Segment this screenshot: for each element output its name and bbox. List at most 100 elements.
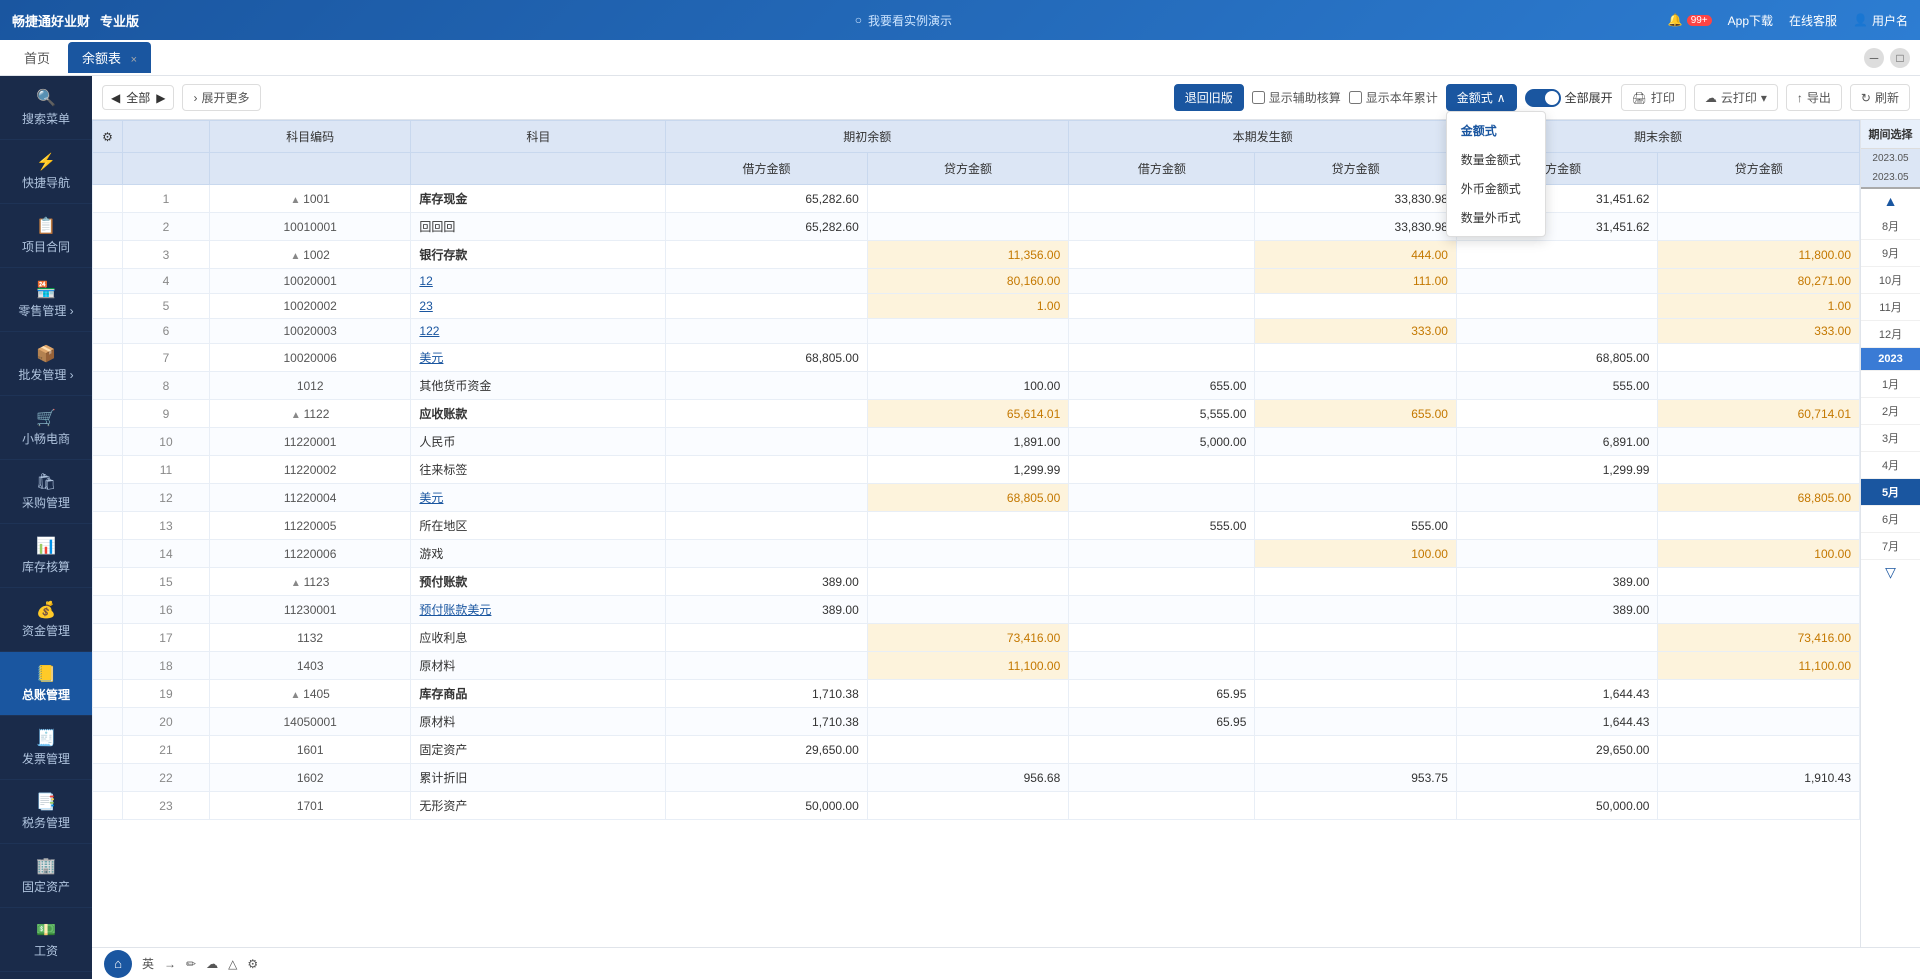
amount-mode-btn[interactable]: 金额式 ∧ [1446,84,1517,111]
sidebar-item-invoice[interactable]: 🧾 发票管理 [0,716,92,780]
refresh-btn[interactable]: ↻ 刷新 [1850,84,1910,111]
user-avatar[interactable]: 👤 用户名 [1853,12,1908,29]
row-subject[interactable]: 回回回 [411,213,666,241]
mode-qty-foreign[interactable]: 数量外币式 [1447,203,1545,232]
sidebar-item-retail[interactable]: 🏪 零售管理 › [0,268,92,332]
month-3[interactable]: 3月 [1861,425,1920,452]
amount-mode-dropdown[interactable]: 金额式 ∧ 金额式 数量金额式 外币金额式 数量外币式 [1446,84,1517,111]
sidebar-item-operations[interactable]: 📈 经营管理 [0,972,92,979]
search-right-arrow[interactable]: ▶ [156,91,165,105]
row-current-debit: 555.00 [1069,512,1255,540]
row-subject[interactable]: 人民币 [411,428,666,456]
row-subject[interactable]: 122 [411,319,666,344]
sidebar-item-tax[interactable]: 📑 税务管理 [0,780,92,844]
bottom-settings-icon[interactable]: ⚙ [247,957,258,971]
export-icon: ↑ [1797,91,1803,105]
sidebar-item-nav[interactable]: ⚡ 快捷导航 [0,140,92,204]
month-10[interactable]: 10月 [1861,267,1920,294]
period-down-btn[interactable]: ▽ [1861,560,1920,585]
toggle-switch[interactable] [1525,89,1561,107]
expand-all-label: 全部展开 [1565,89,1613,106]
mode-amount[interactable]: 金额式 [1447,116,1545,145]
sidebar-item-ledger[interactable]: 📒 总账管理 [0,652,92,716]
notification-btn[interactable]: 🔔 99+ [1668,13,1712,27]
export-btn[interactable]: ↑ 导出 [1786,84,1842,111]
ytd-checkbox[interactable] [1349,91,1362,104]
sidebar-item-search[interactable]: 🔍 搜索菜单 [0,76,92,140]
mode-foreign-amount[interactable]: 外币金额式 [1447,174,1545,203]
show-auxiliary-check[interactable]: 显示辅助核算 [1252,89,1341,106]
back-old-version-btn[interactable]: 退回旧版 [1174,84,1244,111]
bottom-upload-icon[interactable]: △ [228,957,237,971]
search-left-arrow[interactable]: ◀ [111,91,120,105]
row-subject[interactable]: 预付账款美元 [411,596,666,624]
row-subject[interactable]: 原材料 [411,652,666,680]
year-2023-label[interactable]: 2023 [1861,348,1920,371]
row-subject[interactable]: 23 [411,294,666,319]
row-subject[interactable]: 应收账款 [411,400,666,428]
show-ytd-check[interactable]: 显示本年累计 [1349,89,1438,106]
month-5[interactable]: 5月 [1861,479,1920,506]
month-1[interactable]: 1月 [1861,371,1920,398]
sidebar-item-finance[interactable]: 💰 资金管理 [0,588,92,652]
row-subject[interactable]: 美元 [411,484,666,512]
row-current-debit [1069,319,1255,344]
demo-link[interactable]: ○ 我要看实例演示 [855,12,952,29]
row-subject[interactable]: 原材料 [411,708,666,736]
mode-qty-amount[interactable]: 数量金额式 [1447,145,1545,174]
row-subject[interactable]: 无形资产 [411,792,666,820]
app-download-btn[interactable]: App下载 [1728,12,1773,29]
sidebar-item-payroll[interactable]: 💵 工资 [0,908,92,972]
row-subject[interactable]: 应收利息 [411,624,666,652]
row-subject[interactable]: 游戏 [411,540,666,568]
sidebar-label-assets: 固定资产 [22,880,70,894]
print-btn[interactable]: 🖨 打印 [1621,84,1686,111]
month-12[interactable]: 12月 [1861,321,1920,348]
row-subject[interactable]: 所在地区 [411,512,666,540]
expand-all-toggle[interactable]: 全部展开 [1525,89,1613,107]
month-4[interactable]: 4月 [1861,452,1920,479]
sidebar-item-wholesale[interactable]: 📦 批发管理 › [0,332,92,396]
col-code-sub [209,153,411,185]
row-code: 11220001 [209,428,411,456]
month-2[interactable]: 2月 [1861,398,1920,425]
bottom-home-btn[interactable]: ⌂ [104,950,132,978]
tab-home[interactable]: 首页 [10,42,64,73]
row-subject[interactable]: 其他货币资金 [411,372,666,400]
row-subject[interactable]: 美元 [411,344,666,372]
row-subject[interactable]: 库存现金 [411,185,666,213]
sidebar-item-project[interactable]: 📋 项目合同 [0,204,92,268]
row-subject[interactable]: 12 [411,269,666,294]
row-subject[interactable]: 预付账款 [411,568,666,596]
amount-mode-label: 金额式 [1457,89,1493,106]
cloud-print-btn[interactable]: ☁ 云打印 ▾ [1694,84,1778,111]
sidebar-item-ecommerce[interactable]: 🛒 小畅电商 [0,396,92,460]
search-box[interactable]: ◀ 全部 ▶ [102,85,174,110]
expand-more-btn[interactable]: › 展开更多 [182,84,260,111]
month-11[interactable]: 11月 [1861,294,1920,321]
month-9[interactable]: 9月 [1861,240,1920,267]
row-opening-credit: 11,100.00 [867,652,1069,680]
bottom-cloud-icon[interactable]: ☁ [206,957,218,971]
sidebar-item-assets[interactable]: 🏢 固定资产 [0,844,92,908]
tab-close-icon[interactable]: × [131,54,137,66]
month-6[interactable]: 6月 [1861,506,1920,533]
win-minimize-btn[interactable]: ─ [1864,48,1884,68]
win-maximize-btn[interactable]: □ [1890,48,1910,68]
sidebar-item-purchase[interactable]: 🛍 采购管理 [0,460,92,524]
month-8[interactable]: 8月 [1861,213,1920,240]
row-closing-credit [1658,213,1860,241]
sidebar-item-inventory[interactable]: 📊 库存核算 [0,524,92,588]
auxiliary-checkbox[interactable] [1252,91,1265,104]
bottom-edit-icon[interactable]: ✏ [186,957,196,971]
row-subject[interactable]: 固定资产 [411,736,666,764]
row-subject[interactable]: 银行存款 [411,241,666,269]
row-subject[interactable]: 往来标签 [411,456,666,484]
month-7[interactable]: 7月 [1861,533,1920,560]
tab-balance-sheet[interactable]: 余额表 × [68,42,151,73]
row-subject[interactable]: 累计折旧 [411,764,666,792]
row-subject[interactable]: 库存商品 [411,680,666,708]
online-service-btn[interactable]: 在线客服 [1789,12,1837,29]
col-settings[interactable]: ⚙ [93,121,123,153]
period-up-btn[interactable]: ▲ [1861,189,1920,213]
